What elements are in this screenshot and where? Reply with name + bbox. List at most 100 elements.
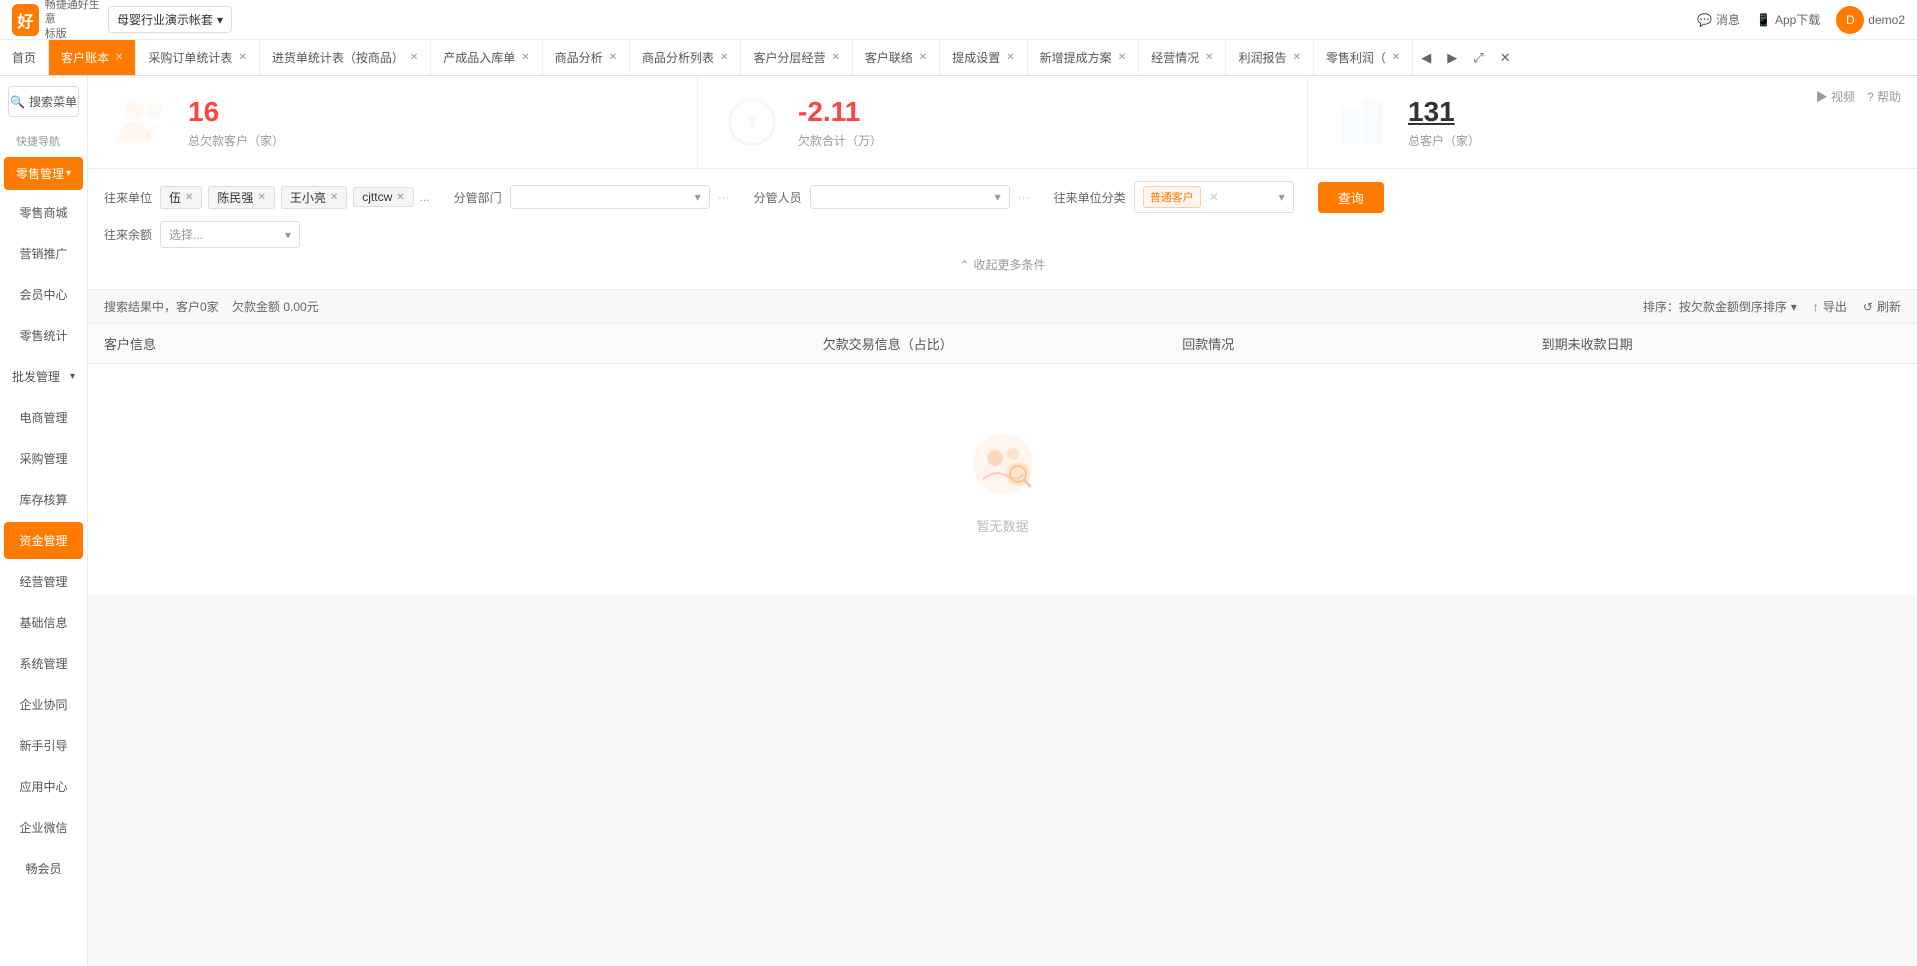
- person-filter-label: 分管人员: [754, 189, 802, 206]
- avatar: D: [1836, 6, 1864, 34]
- tab-product-analysis[interactable]: 商品分析 ✕: [543, 40, 630, 76]
- sidebar-item-enterprise-coop[interactable]: 企业协同: [4, 686, 83, 723]
- total-debt-label: 欠款合计（万）: [798, 132, 1283, 149]
- sidebar-item-member-center[interactable]: 会员中心: [4, 276, 83, 313]
- tab-maximize[interactable]: ⤢: [1465, 40, 1491, 76]
- sidebar-item-new-guide[interactable]: 新手引导: [4, 727, 83, 764]
- total-customers-label: 总欠款客户（家）: [188, 132, 673, 149]
- tab-close-icon[interactable]: ✕: [831, 52, 839, 63]
- col-customer-info: 客户信息: [104, 334, 823, 353]
- tab-customer-segment[interactable]: 客户分层经营 ✕: [741, 40, 852, 76]
- sidebar-item-system-mgmt[interactable]: 系统管理: [4, 645, 83, 682]
- sidebar-item-wholesale-mgmt[interactable]: 批发管理 ▾: [4, 358, 83, 395]
- tab-biz-status[interactable]: 经营情况 ✕: [1139, 40, 1226, 76]
- tab-bar: 首页 客户账本 ✕ 采购订单统计表 ✕ 进货单统计表（按商品） ✕ 产成品入库单…: [0, 40, 1917, 76]
- logo-area: 好 畅捷通好生意 标版: [12, 0, 100, 41]
- tab-close-icon[interactable]: ✕: [1293, 52, 1301, 63]
- export-btn[interactable]: ↑ 导出: [1813, 298, 1847, 315]
- tab-new-promote[interactable]: 新增提成方案 ✕: [1028, 40, 1139, 76]
- dept-select[interactable]: ▾: [510, 185, 710, 209]
- dept-filter-more[interactable]: ···: [718, 190, 730, 204]
- message-btn[interactable]: 💬 消息: [1697, 11, 1740, 28]
- sidebar-item-enterprise-wechat[interactable]: 企业微信: [4, 809, 83, 846]
- refresh-icon: ↺: [1863, 300, 1873, 314]
- tab-product-cost[interactable]: 产成品入库单 ✕: [431, 40, 542, 76]
- help-btn[interactable]: ? 帮助: [1867, 88, 1901, 105]
- total-debt-value: -2.11: [798, 95, 1283, 129]
- sidebar-item-vip-member[interactable]: 畅会员: [4, 850, 83, 887]
- total-count-label: 总客户（家）: [1408, 132, 1893, 149]
- tab-close-icon[interactable]: ✕: [1006, 52, 1014, 63]
- store-selector[interactable]: 母婴行业演示帐套 ▾: [108, 6, 232, 33]
- chevron-down-icon: ▾: [1279, 190, 1285, 204]
- remove-unit-class[interactable]: ✕: [1209, 190, 1219, 204]
- tab-purchase-order[interactable]: 采购订单统计表 ✕: [136, 40, 259, 76]
- sidebar-item-capital-mgmt[interactable]: 资金管理: [4, 522, 83, 559]
- filter-tag-cjttcw: cjttcw ✕: [353, 187, 413, 207]
- tab-promote-settings[interactable]: 提成设置 ✕: [940, 40, 1027, 76]
- filter-row-1: 往来单位 伍 ✕ 陈民强 ✕ 王小亮 ✕ cjttcw: [104, 181, 1901, 213]
- tab-close-icon[interactable]: ✕: [720, 52, 728, 63]
- empty-state: 暂无数据: [88, 364, 1917, 595]
- unit-class-select[interactable]: 普通客户 ✕ ▾: [1134, 181, 1294, 213]
- remove-tag-wu[interactable]: ✕: [185, 192, 193, 203]
- unit-class-tag: 普通客户: [1143, 186, 1201, 208]
- tab-purchase-stats[interactable]: 进货单统计表（按商品） ✕: [260, 40, 431, 76]
- download-icon: 📱: [1756, 13, 1771, 27]
- search-menu-btn[interactable]: 🔍 搜索菜单: [8, 86, 79, 117]
- sort-selector[interactable]: 排序：按欠款金额倒序排序 ▾: [1643, 298, 1797, 315]
- tab-customer-cost[interactable]: 客户账本 ✕: [49, 40, 136, 76]
- sidebar-item-app-center[interactable]: 应用中心: [4, 768, 83, 805]
- sidebar-item-inventory[interactable]: 库存核算: [4, 481, 83, 518]
- tab-close-icon[interactable]: ✕: [1392, 52, 1400, 63]
- tab-close-icon[interactable]: ✕: [609, 52, 617, 63]
- tab-close-icon[interactable]: ✕: [410, 52, 418, 63]
- more-tags-btn[interactable]: ...: [420, 190, 430, 204]
- tab-close-icon[interactable]: ✕: [1205, 52, 1213, 63]
- message-icon: 💬: [1697, 13, 1712, 27]
- sidebar-item-ops-mgmt[interactable]: 经营管理: [4, 563, 83, 600]
- sidebar-item-retail-mgmt[interactable]: 零售管理 ▾: [4, 157, 83, 190]
- remove-tag-cjttcw[interactable]: ✕: [396, 192, 404, 203]
- filter-tag-wu: 伍 ✕: [160, 186, 202, 209]
- sidebar-item-quick-nav[interactable]: 快捷导航: [4, 129, 83, 153]
- remove-tag-wangxiaoliang[interactable]: ✕: [330, 192, 338, 203]
- balance-select[interactable]: 选择... ▾: [160, 221, 300, 248]
- chevron-down-icon: ▾: [995, 190, 1001, 204]
- tab-profit-report[interactable]: 利润报告 ✕: [1226, 40, 1313, 76]
- video-btn[interactable]: ▶ 视频: [1816, 88, 1855, 105]
- tab-customer-contact[interactable]: 客户联络 ✕: [853, 40, 940, 76]
- sidebar-item-marketing[interactable]: 营销推广: [4, 235, 83, 272]
- unit-filter-label: 往来单位: [104, 189, 152, 206]
- person-filter-more[interactable]: ···: [1018, 190, 1030, 204]
- sidebar-search-area: 🔍 搜索菜单: [0, 76, 87, 127]
- tab-close-icon[interactable]: ✕: [115, 52, 123, 63]
- tab-nav-next[interactable]: ▶: [1439, 40, 1465, 76]
- tab-close-icon[interactable]: ✕: [1118, 52, 1126, 63]
- tab-home[interactable]: 首页: [0, 40, 49, 76]
- sidebar: 🔍 搜索菜单 快捷导航 零售管理 ▾ 零售商城 营销推广 会员中心 零售统计 批…: [0, 76, 88, 966]
- refresh-btn[interactable]: ↺ 刷新: [1863, 298, 1901, 315]
- filter-tag-wangxiaoliang: 王小亮 ✕: [281, 186, 347, 209]
- user-profile-btn[interactable]: D demo2: [1836, 6, 1905, 34]
- sidebar-item-retail-stats[interactable]: 零售统计: [4, 317, 83, 354]
- tab-close-icon[interactable]: ✕: [238, 52, 246, 63]
- sidebar-item-purchase-mgmt[interactable]: 采购管理: [4, 440, 83, 477]
- filter-row-2: 往来余额 选择... ▾: [104, 221, 1901, 248]
- tab-close-icon[interactable]: ✕: [919, 52, 927, 63]
- chevron-up-icon: ⌃: [959, 258, 969, 272]
- person-select[interactable]: ▾: [810, 185, 1010, 209]
- tab-close-all[interactable]: ✕: [1492, 40, 1519, 76]
- sidebar-item-ecommerce[interactable]: 电商管理: [4, 399, 83, 436]
- query-button[interactable]: 查询: [1318, 182, 1384, 213]
- sidebar-item-basic-info[interactable]: 基础信息: [4, 604, 83, 641]
- app-download-btn[interactable]: 📱 App下载: [1756, 11, 1820, 28]
- remove-tag-chenminqiang[interactable]: ✕: [257, 192, 265, 203]
- collapse-filters-btn[interactable]: ⌃ 收起更多条件: [104, 256, 1901, 273]
- chevron-down-icon: ▾: [1791, 300, 1797, 314]
- tab-close-icon[interactable]: ✕: [521, 52, 529, 63]
- sidebar-item-retail-mall[interactable]: 零售商城: [4, 194, 83, 231]
- tab-retail-profit[interactable]: 零售利润（ ✕: [1314, 40, 1413, 76]
- tab-nav-prev[interactable]: ◀: [1413, 40, 1439, 76]
- tab-product-analysis-list[interactable]: 商品分析列表 ✕: [630, 40, 741, 76]
